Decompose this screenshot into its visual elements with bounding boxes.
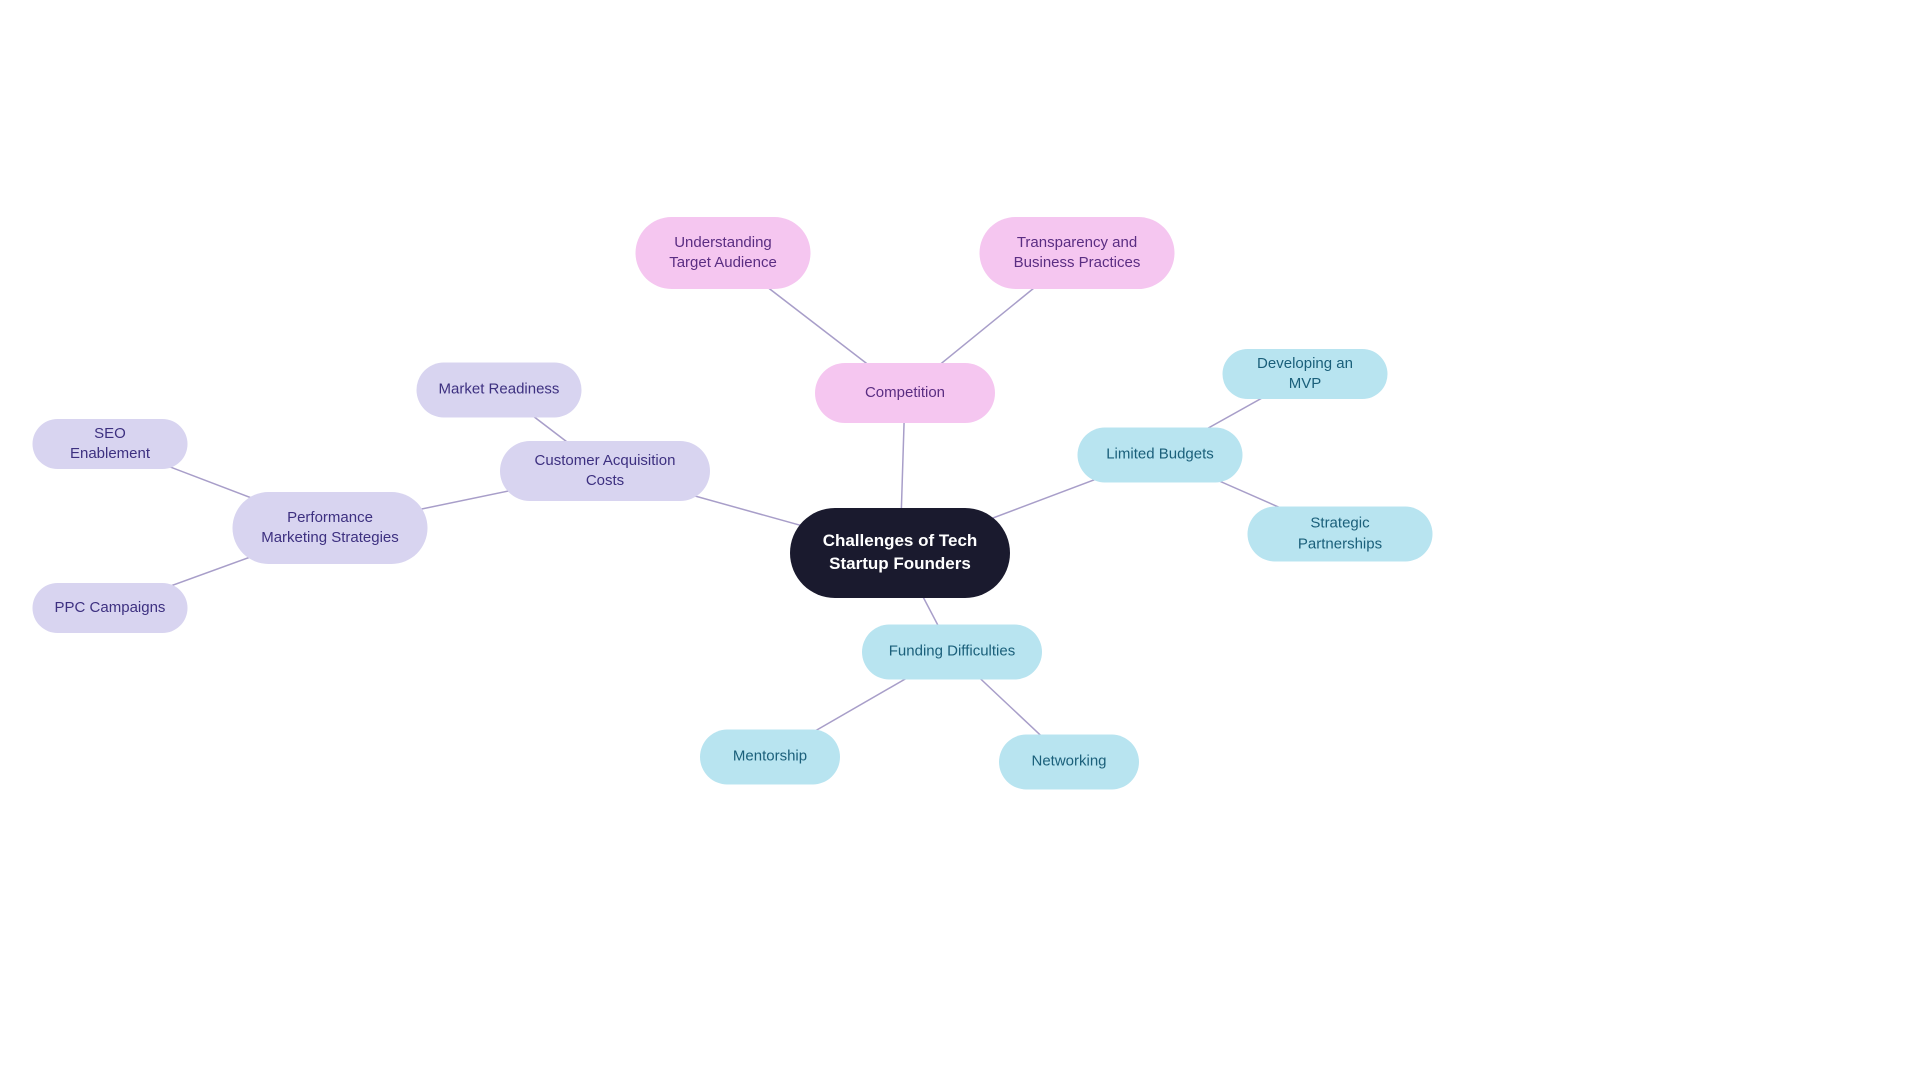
mindmap-canvas: Challenges of Tech Startup Founders Compe… [0,0,1920,1083]
node-label-understanding_target: Understanding Target Audience [636,221,811,286]
node-market_readiness[interactable]: Market Readiness [417,363,582,418]
node-limited_budgets[interactable]: Limited Budgets [1078,428,1243,483]
node-label-mentorship: Mentorship [713,735,827,779]
node-label-strategic_partnerships: Strategic Partnerships [1248,502,1433,567]
node-label-funding_difficulties: Funding Difficulties [869,630,1035,674]
node-performance_marketing[interactable]: Performance Marketing Strategies [233,492,428,564]
node-ppc_campaigns[interactable]: PPC Campaigns [33,583,188,633]
node-label-customer_acquisition: Customer Acquisition Costs [500,439,710,504]
node-strategic_partnerships[interactable]: Strategic Partnerships [1248,507,1433,562]
node-label-market_readiness: Market Readiness [419,368,580,412]
node-label-ppc_campaigns: PPC Campaigns [35,586,186,630]
node-label-center: Challenges of Tech Startup Founders [790,518,1010,588]
node-mentorship[interactable]: Mentorship [700,730,840,785]
node-developing_mvp[interactable]: Developing an MVP [1223,349,1388,399]
node-customer_acquisition[interactable]: Customer Acquisition Costs [500,441,710,501]
node-label-developing_mvp: Developing an MVP [1223,342,1388,407]
node-label-seo_enablement: SEO Enablement [33,412,188,477]
node-understanding_target[interactable]: Understanding Target Audience [636,217,811,289]
node-transparency[interactable]: Transparency and Business Practices [980,217,1175,289]
node-label-competition: Competition [845,371,965,415]
node-seo_enablement[interactable]: SEO Enablement [33,419,188,469]
node-funding_difficulties[interactable]: Funding Difficulties [862,625,1042,680]
node-label-limited_budgets: Limited Budgets [1086,433,1234,477]
node-center[interactable]: Challenges of Tech Startup Founders [790,508,1010,598]
node-label-performance_marketing: Performance Marketing Strategies [233,496,428,561]
node-competition[interactable]: Competition [815,363,995,423]
node-networking[interactable]: Networking [999,735,1139,790]
node-label-networking: Networking [1011,740,1126,784]
node-label-transparency: Transparency and Business Practices [980,221,1175,286]
